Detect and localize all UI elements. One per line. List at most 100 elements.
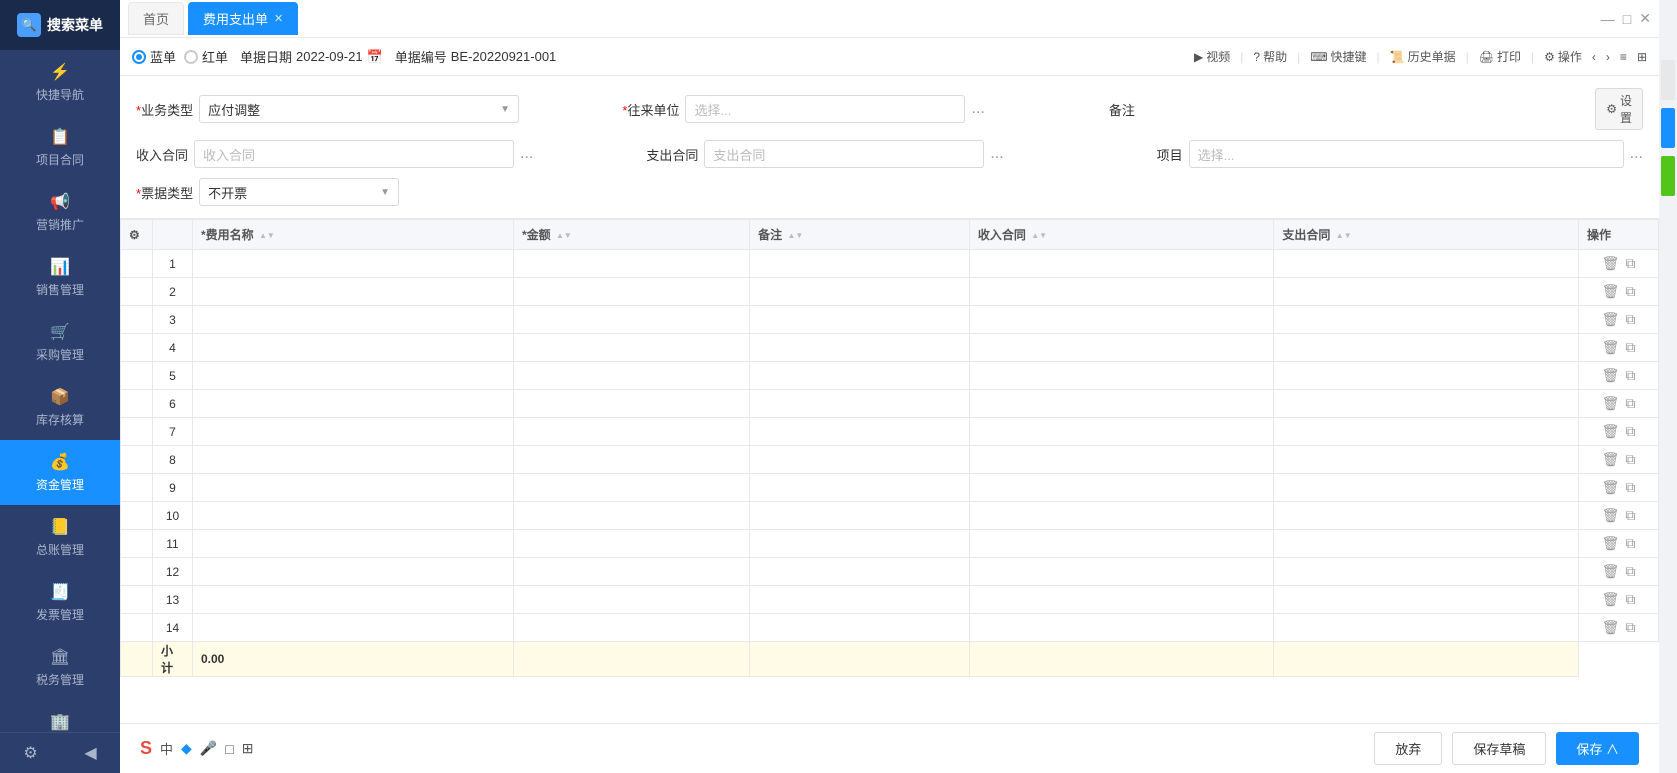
copy-row-btn[interactable]: ⧉ xyxy=(1625,395,1635,412)
right-panel-btn-1[interactable] xyxy=(1661,60,1675,100)
row-amount-cell[interactable] xyxy=(513,614,749,642)
partner-select[interactable]: 选择... xyxy=(685,95,965,123)
row-expense-name-cell[interactable] xyxy=(193,614,514,642)
row-remark-cell[interactable] xyxy=(750,502,970,530)
chinese-input-icon[interactable]: 中 xyxy=(160,739,173,758)
history-btn[interactable]: 📜 历史单据 xyxy=(1390,48,1456,65)
sidebar-item-capital[interactable]: 💰 资金管理 xyxy=(0,440,120,505)
row-amount-cell[interactable] xyxy=(513,390,749,418)
window-close-btn[interactable]: ✕ xyxy=(1639,10,1651,27)
row-expense-contract-cell[interactable] xyxy=(1274,614,1579,642)
red-bill-radio[interactable]: 红单 xyxy=(184,47,228,66)
tab-home[interactable]: 首页 xyxy=(128,2,184,35)
brand-s-icon[interactable]: S xyxy=(140,738,152,759)
col-remark-header[interactable]: 备注 ▲▼ xyxy=(750,220,970,250)
row-amount-cell[interactable] xyxy=(513,474,749,502)
row-remark-cell[interactable] xyxy=(750,362,970,390)
row-expense-name-cell[interactable] xyxy=(193,586,514,614)
row-expense-contract-cell[interactable] xyxy=(1274,530,1579,558)
row-amount-cell[interactable] xyxy=(513,418,749,446)
sidebar-item-sales[interactable]: 📊 销售管理 xyxy=(0,245,120,310)
save-button[interactable]: 保存 ∧ xyxy=(1556,732,1639,765)
col-expense-contract-header[interactable]: 支出合同 ▲▼ xyxy=(1274,220,1579,250)
row-expense-name-cell[interactable] xyxy=(193,306,514,334)
row-remark-cell[interactable] xyxy=(750,278,970,306)
table-row[interactable]: 4 🗑 ⧉ xyxy=(121,334,1659,362)
row-remark-cell[interactable] xyxy=(750,334,970,362)
row-income-contract-cell[interactable] xyxy=(969,614,1274,642)
table-row[interactable]: 10 🗑 ⧉ xyxy=(121,502,1659,530)
date-value[interactable]: 2022-09-21 xyxy=(296,49,363,64)
row-amount-cell[interactable] xyxy=(513,502,749,530)
help-btn[interactable]: ? 帮助 xyxy=(1253,48,1287,65)
sidebar-item-quick-nav[interactable]: ⚡ 快捷导航 xyxy=(0,50,120,115)
save-draft-button[interactable]: 保存草稿 xyxy=(1452,732,1546,765)
nav-next-btn[interactable]: › xyxy=(1606,50,1610,64)
row-remark-cell[interactable] xyxy=(750,530,970,558)
right-panel-btn-3[interactable] xyxy=(1661,156,1675,196)
row-amount-cell[interactable] xyxy=(513,446,749,474)
row-expense-name-cell[interactable] xyxy=(193,390,514,418)
row-expense-contract-cell[interactable] xyxy=(1274,250,1579,278)
row-amount-cell[interactable] xyxy=(513,278,749,306)
window-maximize-btn[interactable]: □ xyxy=(1623,11,1631,27)
blue-bill-radio[interactable]: 蓝单 xyxy=(132,47,176,66)
video-btn[interactable]: ▶ 视频 xyxy=(1194,48,1230,65)
grid-bottom-icon[interactable]: ⊞ xyxy=(242,740,254,757)
row-amount-cell[interactable] xyxy=(513,558,749,586)
discard-button[interactable]: 放弃 xyxy=(1374,732,1442,765)
operations-btn[interactable]: ⚙ 操作 xyxy=(1544,48,1582,65)
row-amount-cell[interactable] xyxy=(513,586,749,614)
table-row[interactable]: 12 🗑 ⧉ xyxy=(121,558,1659,586)
delete-row-btn[interactable]: 🗑 xyxy=(1602,535,1620,552)
tab-close-icon[interactable]: ✕ xyxy=(274,12,283,25)
col-amount-header[interactable]: *金额 ▲▼ xyxy=(513,220,749,250)
row-expense-name-cell[interactable] xyxy=(193,530,514,558)
tab-expense[interactable]: 费用支出单 ✕ xyxy=(188,2,298,35)
window-minimize-btn[interactable]: — xyxy=(1601,11,1615,27)
copy-row-btn[interactable]: ⧉ xyxy=(1625,451,1635,468)
row-income-contract-cell[interactable] xyxy=(969,474,1274,502)
row-remark-cell[interactable] xyxy=(750,306,970,334)
row-expense-name-cell[interactable] xyxy=(193,278,514,306)
row-expense-contract-cell[interactable] xyxy=(1274,558,1579,586)
invoice-type-select[interactable]: 不开票 ▼ xyxy=(199,178,399,206)
row-income-contract-cell[interactable] xyxy=(969,558,1274,586)
right-panel-btn-2[interactable] xyxy=(1661,108,1675,148)
row-expense-contract-cell[interactable] xyxy=(1274,390,1579,418)
row-income-contract-cell[interactable] xyxy=(969,362,1274,390)
row-income-contract-cell[interactable] xyxy=(969,530,1274,558)
copy-row-btn[interactable]: ⧉ xyxy=(1625,423,1635,440)
delete-row-btn[interactable]: 🗑 xyxy=(1602,283,1620,300)
delete-row-btn[interactable]: 🗑 xyxy=(1602,423,1620,440)
sidebar-item-inventory[interactable]: 📦 库存核算 xyxy=(0,375,120,440)
row-income-contract-cell[interactable] xyxy=(969,306,1274,334)
row-amount-cell[interactable] xyxy=(513,362,749,390)
income-contract-select[interactable]: 收入合同 xyxy=(194,140,514,168)
delete-row-btn[interactable]: 🗑 xyxy=(1602,451,1620,468)
copy-row-btn[interactable]: ⧉ xyxy=(1625,367,1635,384)
project-more-btn[interactable]: ... xyxy=(1630,145,1643,163)
copy-row-btn[interactable]: ⧉ xyxy=(1625,311,1635,328)
copy-row-btn[interactable]: ⧉ xyxy=(1625,283,1635,300)
row-expense-name-cell[interactable] xyxy=(193,362,514,390)
sidebar-item-fixed-assets[interactable]: 🏢 固定资产 xyxy=(0,700,120,732)
table-row[interactable]: 11 🗑 ⧉ xyxy=(121,530,1659,558)
sidebar-item-marketing[interactable]: 📢 营销推广 xyxy=(0,180,120,245)
delete-row-btn[interactable]: 🗑 xyxy=(1602,479,1620,496)
row-amount-cell[interactable] xyxy=(513,306,749,334)
row-income-contract-cell[interactable] xyxy=(969,586,1274,614)
row-remark-cell[interactable] xyxy=(750,474,970,502)
view-grid-btn[interactable]: ⊞ xyxy=(1637,50,1647,64)
copy-row-btn[interactable]: ⧉ xyxy=(1625,619,1635,636)
sidebar-item-invoice[interactable]: 🧾 发票管理 xyxy=(0,570,120,635)
row-remark-cell[interactable] xyxy=(750,586,970,614)
table-row[interactable]: 1 🗑 ⧉ xyxy=(121,250,1659,278)
expense-contract-more-btn[interactable]: ... xyxy=(990,145,1003,163)
table-row[interactable]: 5 🗑 ⧉ xyxy=(121,362,1659,390)
col-income-contract-header[interactable]: 收入合同 ▲▼ xyxy=(969,220,1274,250)
row-expense-contract-cell[interactable] xyxy=(1274,474,1579,502)
delete-row-btn[interactable]: 🗑 xyxy=(1602,591,1620,608)
row-expense-name-cell[interactable] xyxy=(193,334,514,362)
collapse-bottom-icon[interactable]: ◀ xyxy=(84,743,96,763)
